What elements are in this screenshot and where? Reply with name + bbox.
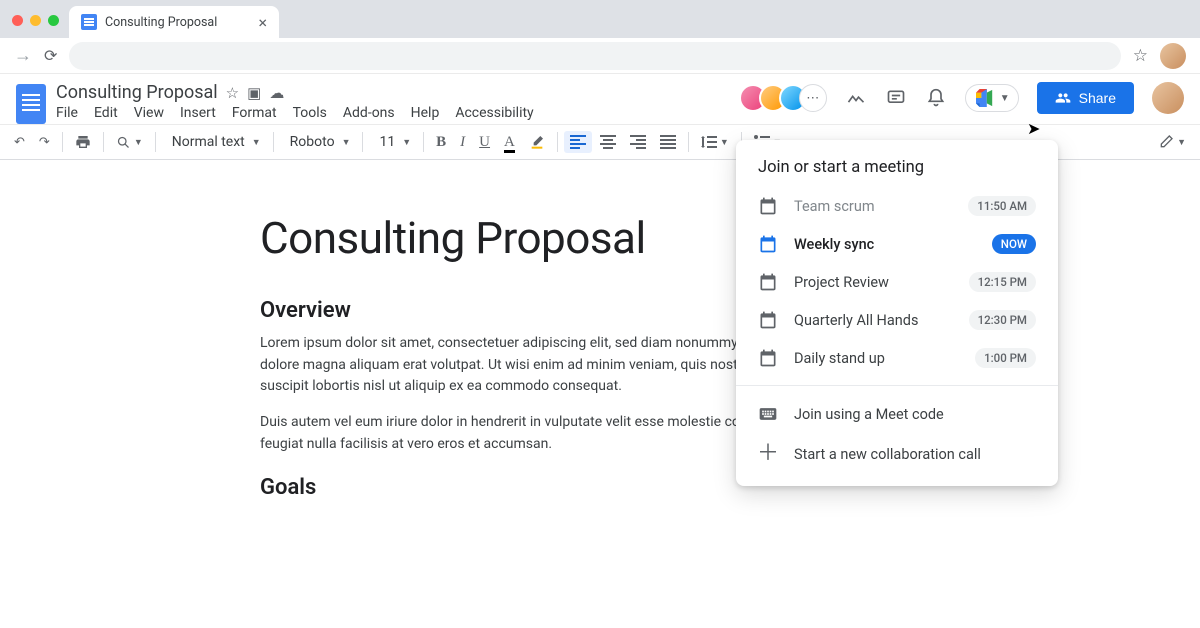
menu-help[interactable]: Help — [411, 105, 440, 121]
browser-tab[interactable]: Consulting Proposal × — [69, 6, 279, 38]
reload-icon[interactable]: ⟳ — [44, 46, 57, 65]
address-bar[interactable] — [69, 42, 1120, 70]
calendar-icon — [758, 272, 778, 292]
share-button[interactable]: Share — [1037, 82, 1134, 114]
tab-title: Consulting Proposal — [105, 15, 217, 30]
meeting-name: Daily stand up — [794, 350, 959, 367]
font-family-selector[interactable]: Roboto▼ — [280, 130, 357, 154]
calendar-icon — [758, 196, 778, 216]
meeting-item[interactable]: Daily stand up 1:00 PM — [736, 339, 1058, 377]
docs-favicon-icon — [81, 14, 97, 30]
star-document-icon[interactable]: ☆ — [226, 84, 239, 102]
italic-button[interactable]: I — [454, 130, 471, 155]
menu-bar: File Edit View Insert Format Tools Add-o… — [56, 105, 534, 121]
menu-file[interactable]: File — [56, 105, 78, 121]
align-justify-button[interactable] — [654, 131, 682, 153]
action-label: Start a new collaboration call — [794, 446, 981, 463]
align-right-button[interactable] — [624, 131, 652, 153]
align-center-button[interactable] — [594, 131, 622, 153]
underline-button[interactable]: U — [473, 130, 496, 155]
document-title[interactable]: Consulting Proposal — [56, 82, 218, 103]
meeting-item[interactable]: Weekly sync NOW — [736, 225, 1058, 263]
font-size-selector[interactable]: 11▼ — [369, 130, 417, 154]
meeting-time-now-badge: NOW — [992, 234, 1036, 254]
browser-toolbar: → ⟳ ☆ — [0, 38, 1200, 74]
redo-button[interactable]: ↷ — [33, 131, 56, 154]
close-tab-icon[interactable]: × — [258, 13, 267, 32]
window-controls[interactable] — [12, 15, 59, 26]
action-label: Join using a Meet code — [794, 406, 944, 423]
popover-title: Join or start a meeting — [736, 158, 1058, 187]
print-button[interactable] — [69, 130, 97, 154]
menu-addons[interactable]: Add-ons — [343, 105, 395, 121]
bookmark-star-icon[interactable]: ☆ — [1133, 46, 1148, 66]
join-with-code-button[interactable]: Join using a Meet code — [736, 394, 1058, 434]
meeting-time: 1:00 PM — [975, 348, 1036, 368]
align-left-button[interactable] — [564, 131, 592, 153]
zoom-button[interactable]: ▼ — [110, 131, 149, 154]
docs-titlebar: Consulting Proposal ☆ ▣ ☁ File Edit View… — [0, 74, 1200, 124]
fullscreen-window-icon[interactable] — [48, 15, 59, 26]
highlight-color-button[interactable] — [523, 130, 551, 154]
meeting-item[interactable]: Quarterly All Hands 12:30 PM — [736, 301, 1058, 339]
meet-dropdown-button[interactable]: ▼ — [965, 84, 1019, 112]
calendar-icon — [758, 234, 778, 254]
bold-button[interactable]: B — [430, 130, 452, 155]
activity-icon[interactable] — [845, 87, 867, 109]
meeting-time: 11:50 AM — [968, 196, 1036, 216]
meet-popover: Join or start a meeting Team scrum 11:50… — [736, 140, 1058, 486]
more-collaborators-icon[interactable]: ⋯ — [799, 84, 827, 112]
keyboard-icon — [758, 404, 778, 424]
plus-icon: ＋ — [758, 444, 778, 464]
forward-icon[interactable]: → — [14, 45, 32, 66]
share-button-label: Share — [1079, 90, 1116, 106]
browser-profile-avatar[interactable] — [1160, 43, 1186, 69]
meeting-time: 12:15 PM — [969, 272, 1036, 292]
browser-tab-strip: Consulting Proposal × — [0, 0, 1200, 38]
calendar-icon — [758, 348, 778, 368]
meeting-name: Team scrum — [794, 198, 952, 215]
start-new-call-button[interactable]: ＋ Start a new collaboration call — [736, 434, 1058, 474]
meeting-name: Weekly sync — [794, 236, 976, 253]
menu-insert[interactable]: Insert — [180, 105, 216, 121]
menu-tools[interactable]: Tools — [293, 105, 327, 121]
calendar-icon — [758, 310, 778, 330]
caret-down-icon: ▼ — [1000, 93, 1010, 104]
google-meet-icon — [974, 89, 996, 107]
menu-view[interactable]: View — [134, 105, 164, 121]
undo-button[interactable]: ↶ — [8, 131, 31, 154]
meeting-name: Quarterly All Hands — [794, 312, 953, 329]
cloud-status-icon[interactable]: ☁ — [269, 84, 284, 102]
collaborator-avatars[interactable]: ⋯ — [739, 84, 827, 112]
account-avatar[interactable] — [1152, 82, 1184, 114]
minimize-window-icon[interactable] — [30, 15, 41, 26]
meeting-item[interactable]: Project Review 12:15 PM — [736, 263, 1058, 301]
meeting-name: Project Review — [794, 274, 953, 291]
text-color-button[interactable]: A — [498, 130, 521, 155]
comments-icon[interactable] — [885, 87, 907, 109]
move-to-folder-icon[interactable]: ▣ — [247, 84, 261, 102]
menu-accessibility[interactable]: Accessibility — [455, 105, 533, 121]
menu-edit[interactable]: Edit — [94, 105, 118, 121]
close-window-icon[interactable] — [12, 15, 23, 26]
line-spacing-button[interactable]: ▼ — [695, 131, 735, 153]
people-icon — [1055, 90, 1071, 106]
menu-format[interactable]: Format — [232, 105, 277, 121]
docs-logo-icon[interactable] — [16, 84, 46, 124]
editing-mode-button[interactable]: ▼ — [1152, 130, 1192, 154]
meeting-time: 12:30 PM — [969, 310, 1036, 330]
notifications-icon[interactable] — [925, 87, 947, 109]
paragraph-style-selector[interactable]: Normal text▼ — [162, 130, 267, 154]
meeting-item[interactable]: Team scrum 11:50 AM — [736, 187, 1058, 225]
